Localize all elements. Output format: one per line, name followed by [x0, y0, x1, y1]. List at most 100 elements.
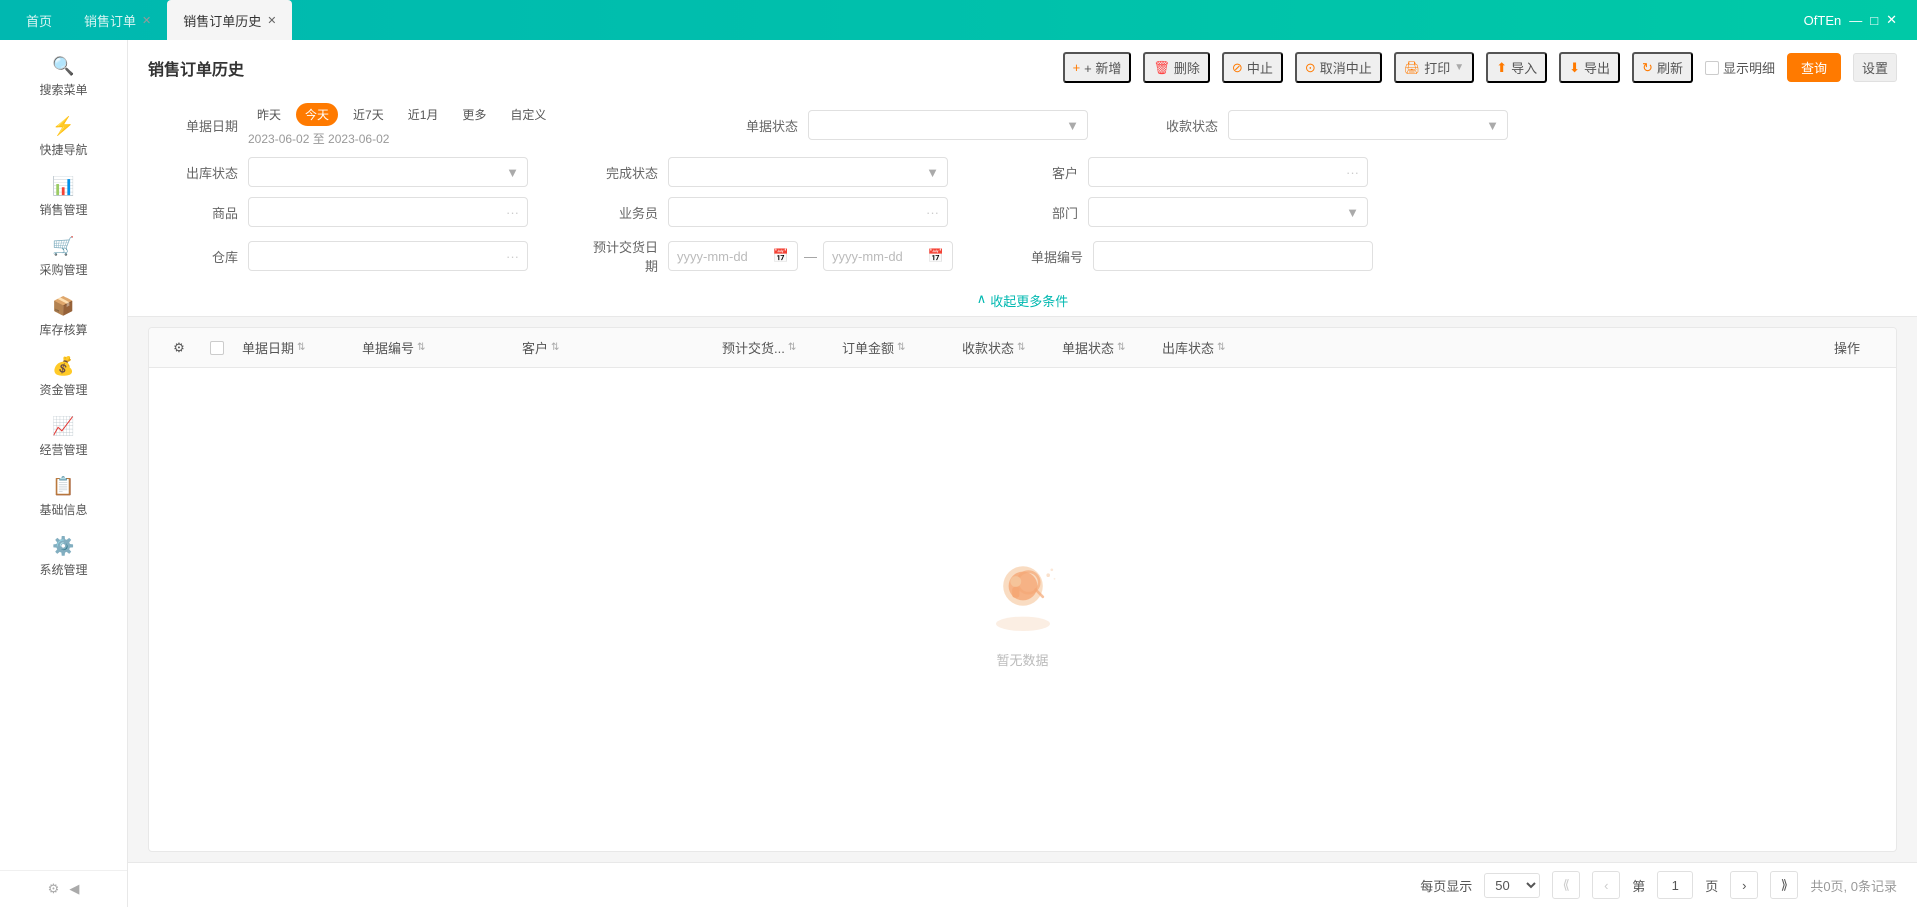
date-btn-7days[interactable]: 近7天: [344, 103, 393, 126]
display-detail-checkbox[interactable]: 显示明细: [1705, 58, 1775, 77]
th-num[interactable]: 单据编号 ⇅: [354, 338, 514, 357]
th-out-status-label: 出库状态: [1162, 338, 1214, 357]
stop-label: 中止: [1247, 58, 1273, 77]
sidebar-item-basic-info[interactable]: 📋 基础信息: [0, 466, 127, 526]
sidebar-item-system[interactable]: ⚙️ 系统管理: [0, 526, 127, 586]
top-right-area: OfTEn — □ ✕: [1804, 12, 1907, 28]
refresh-icon: ↻: [1642, 60, 1653, 76]
order-status-select[interactable]: ▼: [808, 110, 1088, 140]
page-size-select[interactable]: 50 20 100: [1484, 873, 1540, 898]
filter-row-1: 单据日期 昨天 今天 近7天 近1月 更多 自定义 2023-06-02 至 2…: [168, 103, 1877, 147]
prev-page-button[interactable]: ‹: [1592, 871, 1620, 899]
expected-date-end[interactable]: yyyy-mm-dd 📅: [823, 241, 953, 271]
header-checkbox[interactable]: [210, 341, 224, 355]
customer-select[interactable]: ···: [1088, 157, 1368, 187]
next-page-button[interactable]: ›: [1730, 871, 1758, 899]
date-btn-more[interactable]: 更多: [453, 103, 495, 126]
sidebar-item-finance-label: 资金管理: [39, 381, 87, 398]
toolbar: + + 新增 🗑 删除 ⊘ 中止 ⊙ 取消中止: [1063, 52, 1897, 83]
date-btn-1month[interactable]: 近1月: [399, 103, 448, 126]
product-dots: ···: [506, 205, 519, 220]
sidebar-item-sales[interactable]: 📊 销售管理: [0, 166, 127, 226]
cancel-stop-button[interactable]: ⊙ 取消中止: [1295, 52, 1382, 83]
complete-status-label: 完成状态: [588, 163, 668, 182]
complete-status-select[interactable]: ▼: [668, 157, 948, 187]
out-status-select[interactable]: ▼: [248, 157, 528, 187]
date-btn-today[interactable]: 今天: [296, 103, 338, 126]
collapse-row[interactable]: ∧ 收起更多条件: [168, 285, 1877, 316]
sidebar-item-inventory[interactable]: 📦 库存核算: [0, 286, 127, 346]
th-delivery[interactable]: 预计交货... ⇅: [714, 338, 834, 357]
sidebar-item-sales-label: 销售管理: [39, 201, 87, 218]
th-customer-label: 客户: [522, 338, 548, 357]
sidebar-bottom: ⚙ ◀: [0, 870, 127, 907]
last-page-button[interactable]: ⟫: [1770, 871, 1798, 899]
window-close-icon[interactable]: ✕: [1886, 12, 1897, 28]
tab-sales-order[interactable]: 销售订单 ✕: [68, 0, 167, 40]
out-status-chevron: ▼: [506, 165, 519, 180]
sidebar-item-operations[interactable]: 📈 经营管理: [0, 406, 127, 466]
print-button[interactable]: 🖨 打印 ▼: [1394, 52, 1474, 83]
page-title: 销售订单历史: [148, 56, 244, 80]
page-label: 第: [1632, 876, 1645, 895]
search-button[interactable]: 查询: [1787, 53, 1841, 82]
th-checkbox[interactable]: [199, 341, 234, 355]
sidebar-item-finance[interactable]: 💰 资金管理: [0, 346, 127, 406]
tab-sales-order-close[interactable]: ✕: [142, 14, 151, 27]
stop-button[interactable]: ⊘ 中止: [1222, 52, 1283, 83]
empty-text: 暂无数据: [996, 650, 1048, 669]
date-btn-custom[interactable]: 自定义: [501, 103, 555, 126]
sidebar-item-search-menu[interactable]: 🔍 搜索菜单: [0, 46, 127, 106]
new-button[interactable]: + + 新增: [1063, 52, 1132, 83]
date-btn-yesterday[interactable]: 昨天: [248, 103, 290, 126]
import-button[interactable]: ⬆ 导入: [1486, 52, 1547, 83]
th-out-sort: ⇅: [1217, 342, 1225, 353]
tab-sales-order-history-close[interactable]: ✕: [267, 14, 276, 27]
sidebar-item-quick-nav-label: 快捷导航: [39, 141, 87, 158]
sidebar-settings-icon[interactable]: ⚙: [48, 881, 60, 897]
page-header: 销售订单历史 + + 新增 🗑 删除 ⊘ 中止 ⊙: [128, 40, 1917, 317]
payment-status-label: 收款状态: [1148, 116, 1228, 135]
th-amount[interactable]: 订单金额 ⇅: [834, 338, 954, 357]
sidebar-item-quick-nav[interactable]: ⚡ 快捷导航: [0, 106, 127, 166]
import-label: 导入: [1511, 58, 1537, 77]
sidebar-item-purchase[interactable]: 🛒 采购管理: [0, 226, 127, 286]
settings-gear-icon[interactable]: ⚙: [173, 340, 185, 356]
window-minimize-icon[interactable]: —: [1849, 13, 1862, 28]
expected-date-label: 预计交货日期: [588, 237, 668, 275]
order-num-input[interactable]: [1093, 241, 1373, 271]
expected-date-start[interactable]: yyyy-mm-dd 📅: [668, 241, 798, 271]
settings-filter-button[interactable]: 设置: [1853, 53, 1897, 82]
stop-icon: ⊘: [1232, 60, 1243, 76]
first-page-button[interactable]: ⟪: [1552, 871, 1580, 899]
export-button[interactable]: ⬇ 导出: [1559, 52, 1620, 83]
product-select[interactable]: ···: [248, 197, 528, 227]
th-date[interactable]: 单据日期 ⇅: [234, 338, 354, 357]
window-maximize-icon[interactable]: □: [1870, 13, 1878, 28]
calendar-start-icon[interactable]: 📅: [773, 248, 789, 264]
tab-sales-order-history[interactable]: 销售订单历史 ✕: [167, 0, 292, 40]
th-order-status[interactable]: 单据状态 ⇅: [1054, 338, 1154, 357]
payment-status-select[interactable]: ▼: [1228, 110, 1508, 140]
export-icon: ⬇: [1569, 60, 1580, 76]
sidebar-collapse-icon[interactable]: ◀: [69, 881, 79, 897]
order-status-chevron: ▼: [1066, 118, 1079, 133]
complete-status-chevron: ▼: [926, 165, 939, 180]
tab-sales-order-history-label: 销售订单历史: [183, 11, 261, 30]
delete-button[interactable]: 🗑 删除: [1143, 52, 1210, 83]
page-number-input[interactable]: [1657, 871, 1693, 899]
th-pay-sort: ⇅: [1017, 342, 1025, 353]
tab-home[interactable]: 首页: [10, 0, 68, 40]
warehouse-select[interactable]: ···: [248, 241, 528, 271]
sidebar-item-purchase-label: 采购管理: [39, 261, 87, 278]
calendar-end-icon[interactable]: 📅: [928, 248, 944, 264]
refresh-button[interactable]: ↻ 刷新: [1632, 52, 1693, 83]
th-customer[interactable]: 客户 ⇅: [514, 338, 714, 357]
th-out-status[interactable]: 出库状态 ⇅: [1154, 338, 1254, 357]
th-pay-status[interactable]: 收款状态 ⇅: [954, 338, 1054, 357]
th-settings[interactable]: ⚙: [159, 340, 199, 356]
salesperson-select[interactable]: ···: [668, 197, 948, 227]
delete-label: 删除: [1174, 58, 1200, 77]
department-select[interactable]: ▼: [1088, 197, 1368, 227]
customer-label: 客户: [1008, 163, 1088, 182]
